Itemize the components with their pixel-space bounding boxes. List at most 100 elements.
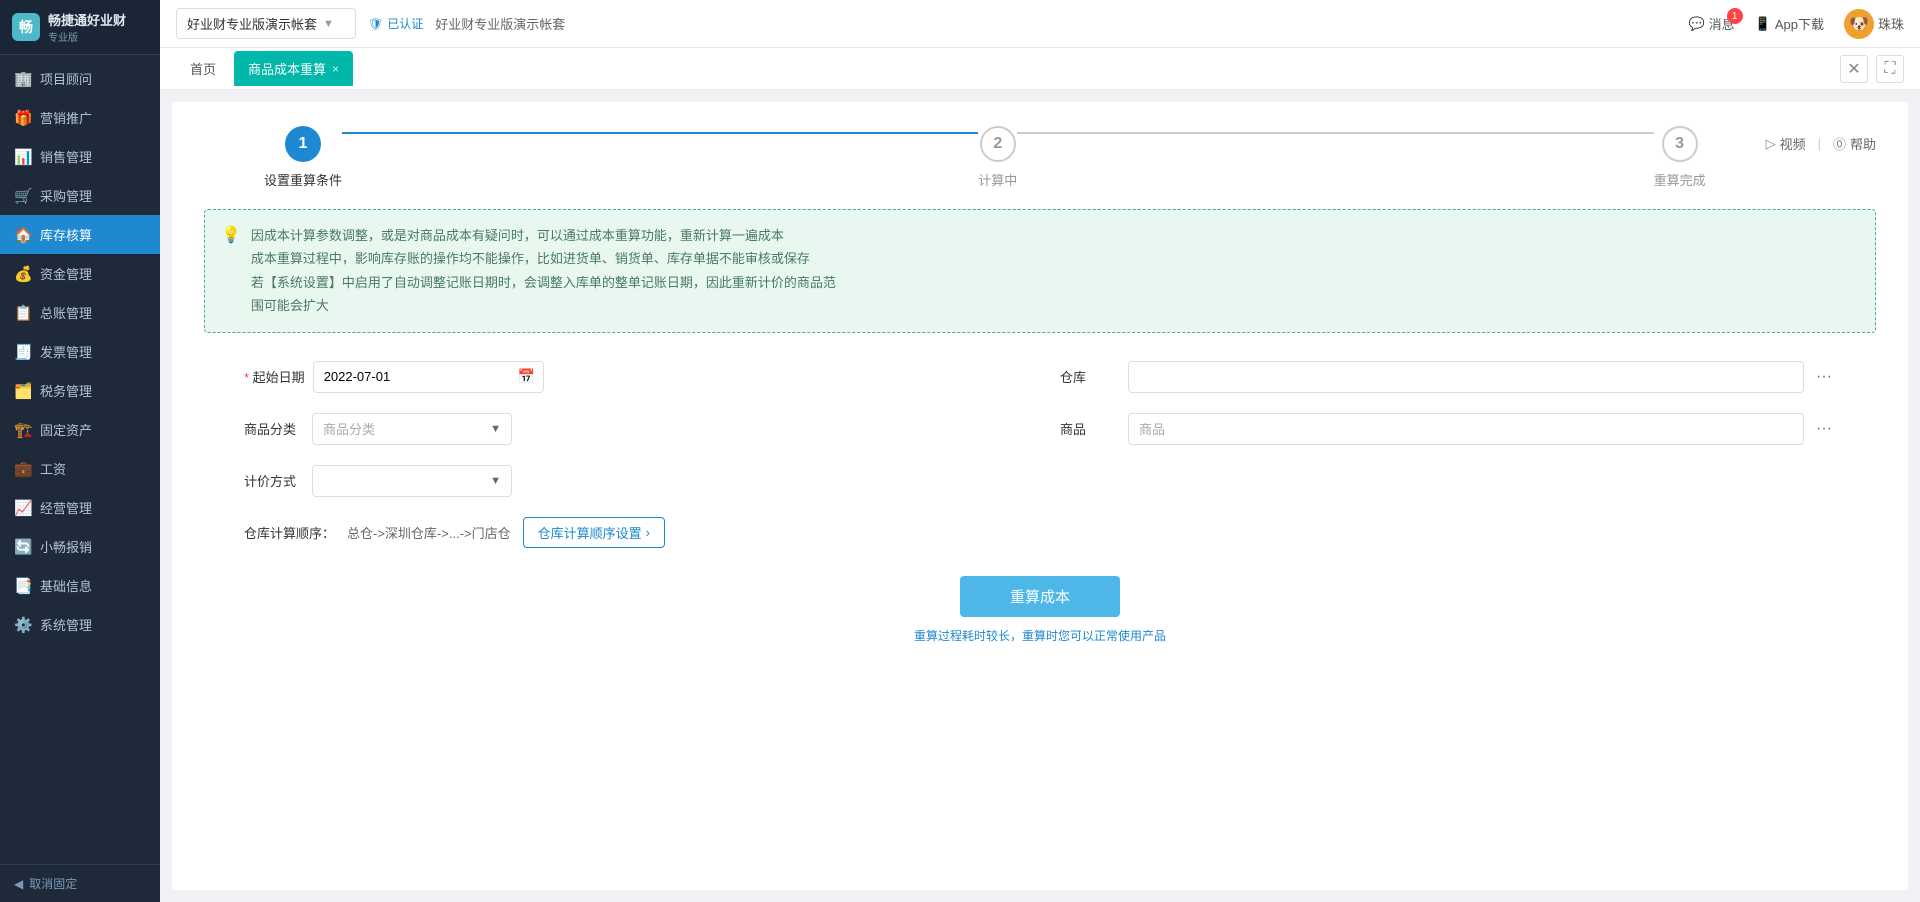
sidebar-item-invoice-label: 发票管理 xyxy=(40,342,92,361)
notice-line-3: 若【系统设置】中启用了自动调整记账日期时，会调整入库单的整单记账日期，因此重新计… xyxy=(251,271,836,294)
video-play-icon: ▷ xyxy=(1766,136,1776,152)
notice-line-4: 围可能会扩大 xyxy=(251,294,836,317)
avatar-emoji: 🐶 xyxy=(1849,14,1869,34)
account-select-arrow-icon: ▼ xyxy=(323,18,334,30)
app-download-button[interactable]: 📱 App下载 xyxy=(1755,14,1824,33)
accounting-icon: 📋 xyxy=(14,304,32,322)
recalc-section: 重算成本 重算过程耗时较长，重算时您可以正常使用产品 xyxy=(204,576,1876,644)
verified-label: 已认证 xyxy=(387,15,423,32)
sidebar-item-finance-label: 资金管理 xyxy=(40,264,92,283)
start-date-field: 起始日期 📅 xyxy=(244,361,1020,393)
sidebar-item-expense[interactable]: 🔄 小畅报销 xyxy=(0,527,160,566)
product-field: 商品 商品 ··· xyxy=(1060,413,1836,445)
sidebar-header-text: 畅捷通好业财 专业版 xyxy=(48,10,126,44)
message-button[interactable]: 💬 消息 1 xyxy=(1688,14,1734,33)
help-button[interactable]: ⓪ 帮助 xyxy=(1833,134,1876,153)
form-row-2: 商品分类 商品分类 ▼ 商品 商品 ··· xyxy=(244,413,1836,445)
sidebar-item-assets[interactable]: 🏗️ 固定资产 xyxy=(0,410,160,449)
topbar: 好业财专业版演示帐套 ▼ 🛡 已认证 好业财专业版演示帐套 💬 消息 1 📱 A… xyxy=(160,0,1920,48)
sidebar-item-basic[interactable]: 📑 基础信息 xyxy=(0,566,160,605)
message-icon: 💬 xyxy=(1688,16,1704,32)
sidebar-item-sales[interactable]: 📊 销售管理 xyxy=(0,137,160,176)
tab-home[interactable]: 首页 xyxy=(176,51,230,86)
account-select-text: 好业财专业版演示帐套 xyxy=(187,14,317,33)
sidebar-item-purchase[interactable]: 🛒 采购管理 xyxy=(0,176,160,215)
tab-cost-recalc-label: 商品成本重算 xyxy=(248,59,326,78)
sidebar-nav: 🏢 项目顾问 🎁 营销推广 📊 销售管理 🛒 采购管理 🏠 库存核算 💰 资金管… xyxy=(0,55,160,864)
product-category-select[interactable]: 商品分类 ▼ xyxy=(312,413,512,445)
expand-panel-button[interactable]: ⛶ xyxy=(1876,55,1904,83)
sidebar-item-tax[interactable]: 🗂️ 税务管理 xyxy=(0,371,160,410)
product-label: 商品 xyxy=(1060,419,1120,438)
step-1-circle: 1 xyxy=(285,126,321,162)
system-icon: ⚙️ xyxy=(14,616,32,634)
product-input[interactable]: 商品 xyxy=(1128,413,1804,445)
account-name-display: 好业财专业版演示帐套 xyxy=(435,14,565,33)
notice-bulb-icon: 💡 xyxy=(221,225,241,318)
verified-shield-icon: 🛡 xyxy=(368,17,383,31)
sidebar-item-operations[interactable]: 📈 经营管理 xyxy=(0,488,160,527)
user-avatar: 🐶 xyxy=(1844,9,1874,39)
username-label: 珠珠 xyxy=(1878,14,1904,33)
step-3-number: 3 xyxy=(1675,135,1684,153)
calendar-icon[interactable]: 📅 xyxy=(510,368,543,385)
sidebar-item-sales-label: 销售管理 xyxy=(40,147,92,166)
recalc-button-label: 重算成本 xyxy=(1010,589,1070,606)
help-label: 帮助 xyxy=(1850,134,1876,153)
main-container: 好业财专业版演示帐套 ▼ 🛡 已认证 好业财专业版演示帐套 💬 消息 1 📱 A… xyxy=(160,0,1920,902)
sidebar-item-payroll-label: 工资 xyxy=(40,459,66,478)
step-connector-1-2 xyxy=(342,132,978,134)
app-edition: 专业版 xyxy=(48,29,126,44)
account-select[interactable]: 好业财专业版演示帐套 ▼ xyxy=(176,8,356,39)
start-date-input[interactable] xyxy=(314,363,510,390)
sidebar-item-assets-label: 固定资产 xyxy=(40,420,92,439)
sidebar-unpin-button[interactable]: ◀ 取消固定 xyxy=(0,864,160,902)
sidebar-item-system[interactable]: ⚙️ 系统管理 xyxy=(0,605,160,644)
pricing-method-arrow-icon: ▼ xyxy=(490,475,501,487)
sidebar-item-tax-label: 税务管理 xyxy=(40,381,92,400)
steps-container: 1 设置重算条件 2 计算中 3 xyxy=(204,126,1766,189)
warehouse-order-settings-button[interactable]: 仓库计算顺序设置 › xyxy=(523,517,665,548)
sidebar-header: 畅 畅捷通好业财 专业版 xyxy=(0,0,160,55)
sidebar-item-project[interactable]: 🏢 项目顾问 xyxy=(0,59,160,98)
tab-cost-recalc[interactable]: 商品成本重算 × xyxy=(234,51,353,86)
sidebar-item-inventory-label: 库存核算 xyxy=(40,225,92,244)
product-category-placeholder: 商品分类 xyxy=(323,419,484,438)
video-button[interactable]: ▷ 视频 xyxy=(1766,134,1806,153)
product-dots-button[interactable]: ··· xyxy=(1812,420,1836,438)
sidebar-item-marketing-label: 营销推广 xyxy=(40,108,92,127)
start-date-input-wrapper[interactable]: 📅 xyxy=(313,361,544,393)
sidebar-item-inventory[interactable]: 🏠 库存核算 xyxy=(0,215,160,254)
sidebar-item-project-label: 项目顾问 xyxy=(40,69,92,88)
warehouse-order-text: 总仓->深圳仓库->...->门店仓 xyxy=(347,523,511,542)
warehouse-order-label: 仓库计算顺序： xyxy=(244,523,335,542)
warehouse-label: 仓库 xyxy=(1060,367,1120,386)
pricing-method-select[interactable]: ▼ xyxy=(312,465,512,497)
sidebar-item-basic-label: 基础信息 xyxy=(40,576,92,595)
warehouse-input[interactable] xyxy=(1128,361,1804,393)
notice-text: 因成本计算参数调整，或是对商品成本有疑问时，可以通过成本重算功能，重新计算一遍成… xyxy=(251,224,836,318)
sidebar-item-accounting[interactable]: 📋 总账管理 xyxy=(0,293,160,332)
sidebar: 畅 畅捷通好业财 专业版 🏢 项目顾问 🎁 营销推广 📊 销售管理 🛒 采购管理… xyxy=(0,0,160,902)
sidebar-item-payroll[interactable]: 💼 工资 xyxy=(0,449,160,488)
pricing-method-field: 计价方式 ▼ xyxy=(244,465,1020,497)
step-1: 1 设置重算条件 xyxy=(264,126,342,189)
help-circle-icon: ⓪ xyxy=(1833,134,1846,153)
form-row-3: 计价方式 ▼ xyxy=(244,465,1836,497)
close-panel-button[interactable]: ✕ xyxy=(1840,55,1868,83)
expand-icon: ⛶ xyxy=(1884,60,1895,78)
form-section: 起始日期 📅 仓库 ··· 商品分类 商品分类 xyxy=(204,361,1876,548)
step-2: 2 计算中 xyxy=(978,126,1017,189)
tab-close-button[interactable]: × xyxy=(332,62,339,76)
recalc-button[interactable]: 重算成本 xyxy=(960,576,1120,617)
sidebar-item-marketing[interactable]: 🎁 营销推广 xyxy=(0,98,160,137)
user-profile[interactable]: 🐶 珠珠 xyxy=(1844,9,1904,39)
warehouse-dots-button[interactable]: ··· xyxy=(1812,368,1836,386)
sidebar-item-finance[interactable]: 💰 资金管理 xyxy=(0,254,160,293)
sidebar-item-invoice[interactable]: 🧾 发票管理 xyxy=(0,332,160,371)
step-3: 3 重算完成 xyxy=(1654,126,1706,189)
sidebar-item-accounting-label: 总账管理 xyxy=(40,303,92,322)
start-date-label: 起始日期 xyxy=(244,367,305,386)
purchase-icon: 🛒 xyxy=(14,187,32,205)
topbar-right: 💬 消息 1 📱 App下载 🐶 珠珠 xyxy=(1688,9,1904,39)
